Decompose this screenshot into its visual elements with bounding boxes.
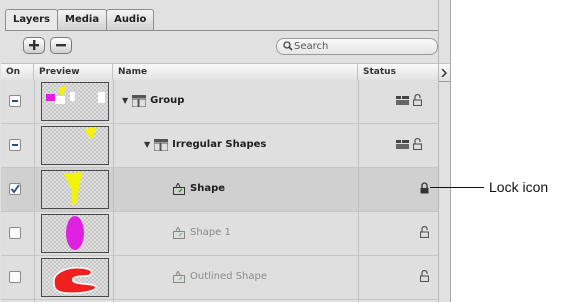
column-divider (113, 80, 114, 302)
layer-name-cell[interactable]: ▼ Irregular Shapes (144, 138, 266, 152)
preview-thumbnail (41, 126, 109, 165)
tab-divider (5, 30, 438, 31)
layer-name-cell[interactable]: Shape (173, 182, 225, 196)
unlocked-icon[interactable] (413, 94, 422, 106)
status-icons (420, 270, 429, 282)
layer-name: Group (150, 95, 185, 106)
shape-1-preview-art (66, 216, 84, 250)
tab-media[interactable]: Media (57, 9, 108, 30)
layer-row-group[interactable]: ▼ Group (1, 80, 438, 124)
search-input[interactable]: Search (276, 38, 438, 55)
layer-name: Irregular Shapes (172, 139, 267, 150)
layer-row-shape[interactable]: Shape (1, 168, 438, 212)
disclosure-triangle-icon[interactable]: ▼ (122, 94, 128, 108)
magnifier-icon (283, 41, 293, 51)
layer-name-cell[interactable]: Shape 1 (173, 226, 231, 240)
scrollbar-track[interactable] (438, 0, 439, 302)
shape-layer-icon (173, 271, 185, 283)
layer-name: Outlined Shape (190, 271, 268, 282)
layers-panel: Layers Media Audio Search On Preview Nam… (0, 0, 451, 302)
outlined-shape-preview-art (53, 267, 97, 294)
preview-thumbnail (41, 258, 109, 297)
preview-thumbnail (41, 214, 109, 253)
column-name[interactable]: Name (113, 64, 358, 81)
group-icon (396, 139, 409, 149)
enable-checkbox[interactable] (9, 271, 21, 283)
callout-leader-line (430, 187, 484, 188)
layer-row-shape-1[interactable]: Shape 1 (1, 212, 438, 256)
enable-checkbox[interactable] (9, 139, 21, 151)
column-divider (34, 80, 35, 302)
unlocked-icon[interactable] (413, 138, 422, 150)
enable-checkbox[interactable] (9, 95, 21, 107)
preview-thumbnail (41, 82, 109, 121)
columns-more-button[interactable] (439, 64, 450, 81)
callout-label: Lock icon (489, 179, 549, 195)
group-icon (396, 95, 409, 105)
locked-icon[interactable] (420, 182, 429, 194)
group-icon (154, 139, 169, 151)
irregular-shapes-preview-art (85, 127, 97, 139)
unlocked-icon[interactable] (420, 270, 429, 282)
plus-icon (29, 40, 39, 50)
layer-name: Shape (190, 183, 226, 194)
unlocked-icon[interactable] (420, 226, 429, 238)
layer-row-outlined-shape[interactable]: Outlined Shape (1, 256, 438, 300)
chevron-right-icon (441, 68, 448, 78)
tab-audio[interactable]: Audio (106, 9, 155, 30)
status-icons (396, 138, 422, 150)
shape-layer-icon (173, 183, 185, 195)
layer-name: Shape 1 (190, 227, 231, 238)
checkmark-icon (10, 184, 20, 194)
shape-preview-art (64, 172, 82, 205)
status-icons (420, 226, 429, 238)
preview-thumbnail (41, 170, 109, 209)
add-layer-button[interactable] (23, 37, 45, 54)
enable-checkbox[interactable] (9, 227, 21, 239)
enable-checkbox[interactable] (9, 183, 21, 195)
layer-name-cell[interactable]: ▼ Group (122, 94, 184, 108)
column-divider (358, 80, 359, 302)
tab-bar: Layers Media Audio (5, 9, 155, 31)
minus-icon (56, 44, 66, 47)
status-icons (396, 94, 422, 106)
column-preview[interactable]: Preview (34, 64, 113, 81)
search-placeholder: Search (294, 41, 329, 52)
tab-layers[interactable]: Layers (5, 9, 58, 31)
layer-row-irregular-shapes[interactable]: ▼ Irregular Shapes (1, 124, 438, 168)
group-preview-art (46, 85, 105, 104)
shape-layer-icon (173, 227, 185, 239)
remove-layer-button[interactable] (50, 37, 72, 54)
group-icon (132, 95, 147, 107)
column-status[interactable]: Status (358, 64, 439, 81)
status-icons (420, 182, 429, 194)
layer-name-cell[interactable]: Outlined Shape (173, 270, 267, 284)
column-on[interactable]: On (1, 64, 34, 81)
disclosure-triangle-icon[interactable]: ▼ (144, 138, 150, 152)
